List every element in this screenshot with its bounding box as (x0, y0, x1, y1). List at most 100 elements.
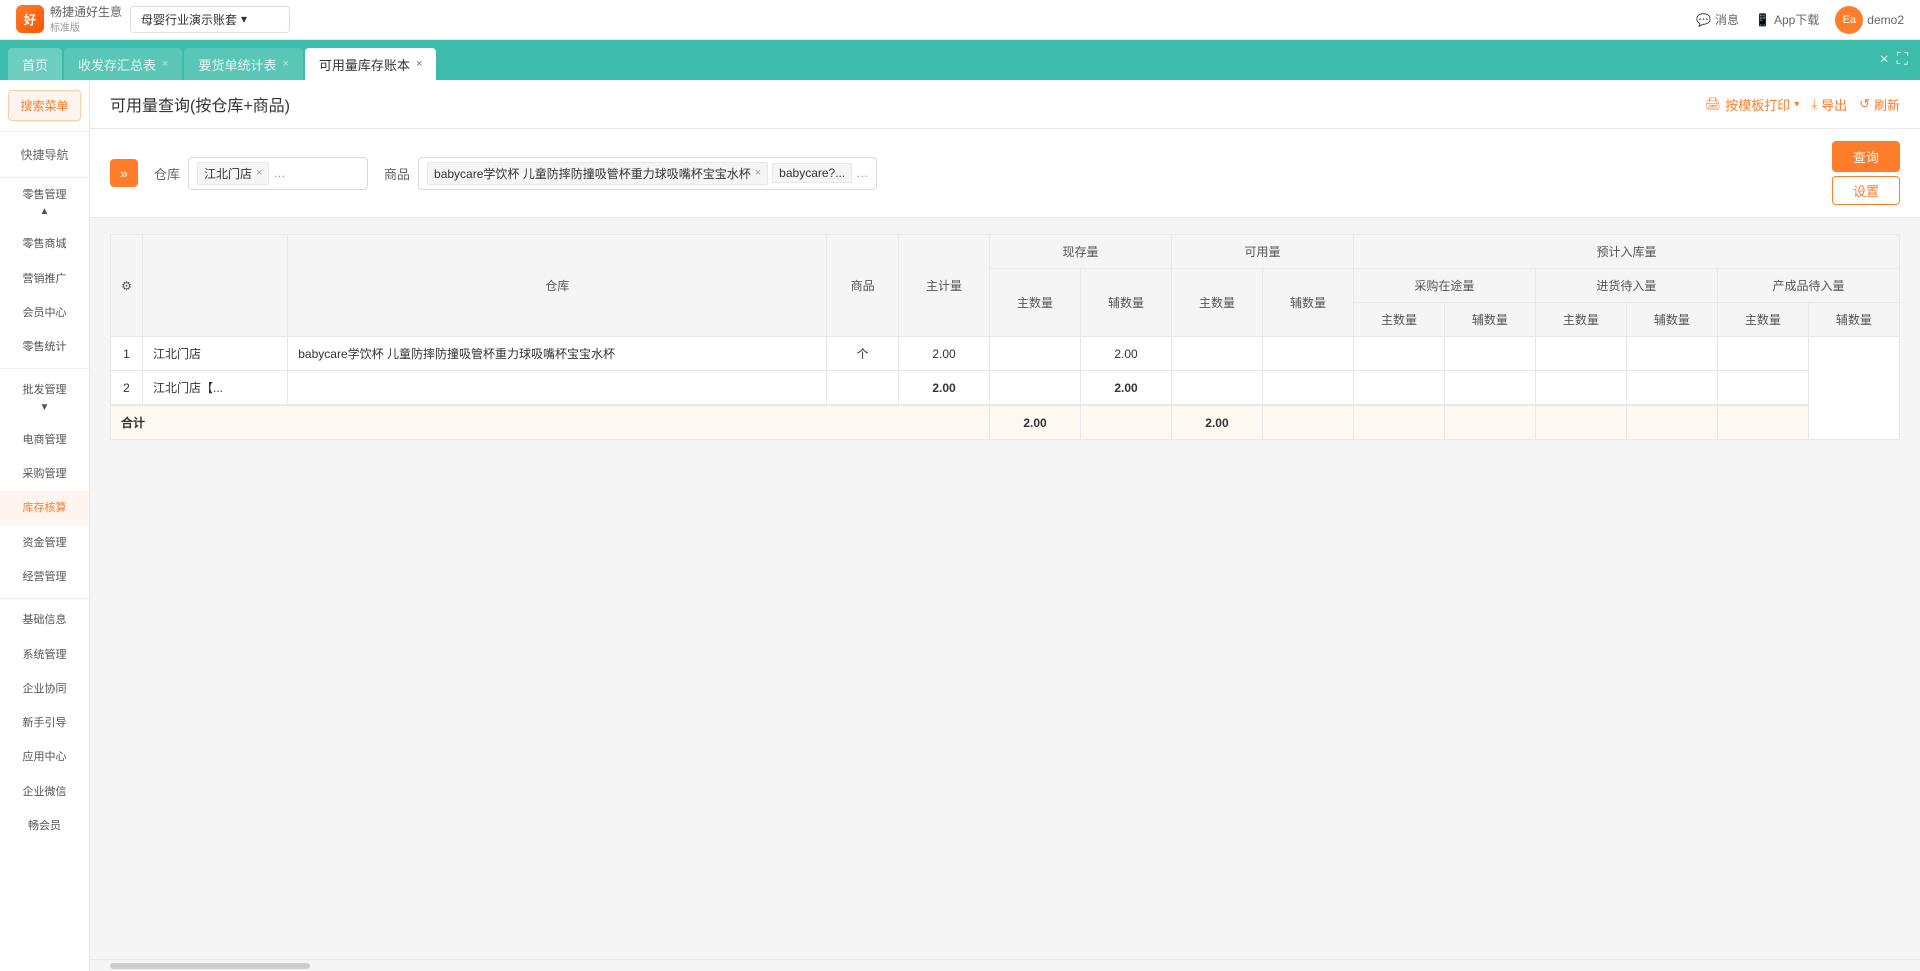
print-chevron-icon: ▾ (1794, 99, 1799, 110)
message-icon: 💬 (1696, 13, 1711, 27)
cell-purchase-main-1 (1262, 371, 1353, 406)
sidebar-item-retail-mgmt[interactable]: 零售管理 ▲ (0, 178, 89, 227)
sidebar-item-enterprise-wechat[interactable]: 企业微信 (0, 775, 89, 809)
sidebar-item-basic-info[interactable]: 基础信息 (0, 603, 89, 637)
export-btn[interactable]: ⤓ 导出 (1811, 95, 1847, 114)
tab-close-all-icon[interactable]: × (1879, 51, 1888, 69)
tab-order-stats[interactable]: 要货单统计表 × (184, 48, 302, 80)
sidebar-item-new-guide[interactable]: 新手引导 (0, 706, 89, 740)
tab-order-stats-close[interactable]: × (282, 58, 288, 70)
table-footer: 合计 2.00 2.00 (111, 405, 1900, 440)
sidebar-item-marketing[interactable]: 营销推广 (0, 262, 89, 296)
content-area: 可用量查询(按仓库+商品) 🖨 按模板打印 ▾ ⤓ 导出 ↺ 刷新 (90, 80, 1920, 971)
sidebar-item-enterprise-collab[interactable]: 企业协同 (0, 672, 89, 706)
th-current-main: 主数量 (990, 269, 1081, 337)
avatar: Ea (1835, 6, 1863, 34)
cell-incoming-main-0 (1444, 337, 1535, 371)
th-settings[interactable]: ⚙ (111, 235, 143, 337)
filter-actions: 查询 设置 (1832, 141, 1900, 205)
footer-incoming-aux (1626, 405, 1717, 440)
warehouse-tag-remove[interactable]: × (256, 167, 262, 179)
sidebar-item-ops[interactable]: 经营管理 (0, 560, 89, 594)
tab-available-stock-label: 可用量库存账本 (319, 55, 410, 74)
warehouse-tag-text: 江北门店 (204, 165, 252, 182)
cell-purchase-aux-1 (1353, 371, 1444, 406)
cell-avail-aux-1 (1171, 371, 1262, 406)
print-template-btn[interactable]: 🖨 按模板打印 ▾ (1705, 95, 1800, 114)
table-row: 1 江北门店 babycare学饮杯 儿童防摔防撞吸管杯重力球吸嘴杯宝宝水杯 个… (111, 337, 1900, 371)
product-tag-text-0: babycare学饮杯 儿童防摔防撞吸管杯重力球吸嘴杯宝宝水杯 (434, 165, 751, 182)
cell-purchase-main-0 (1262, 337, 1353, 371)
tab-receipt-summary-close[interactable]: × (162, 58, 168, 70)
th-current-stock: 现存量 (990, 235, 1172, 269)
sidebar-item-inventory-check[interactable]: 库存核算 (0, 491, 89, 525)
cell-incoming-aux-0 (1535, 337, 1626, 371)
product-tag-remove-0[interactable]: × (755, 167, 761, 179)
sidebar-item-wholesale-mgmt[interactable]: 批发管理 ▼ (0, 373, 89, 422)
tab-available-stock-close[interactable]: × (416, 58, 422, 70)
tab-receipt-summary[interactable]: 收发存汇总表 × (64, 48, 182, 80)
product-filter-input[interactable]: babycare学饮杯 儿童防摔防撞吸管杯重力球吸嘴杯宝宝水杯 × babyca… (418, 157, 877, 190)
refresh-icon: ↺ (1859, 96, 1870, 112)
warehouse-filter-input[interactable]: 江北门店 × … (188, 157, 368, 190)
sidebar-quick-nav-btn[interactable]: 快捷导航 (8, 140, 81, 169)
product-filter-group: 商品 babycare学饮杯 儿童防摔防撞吸管杯重力球吸嘴杯宝宝水杯 × bab… (384, 157, 877, 190)
th-incoming-main: 主数量 (1535, 303, 1626, 337)
th-avail-aux: 辅数量 (1262, 269, 1353, 337)
sidebar-item-ecommerce[interactable]: 电商管理 (0, 423, 89, 457)
cell-current-main-1: 2.00 (899, 371, 990, 406)
tab-order-stats-label: 要货单统计表 (198, 55, 276, 74)
sidebar-item-retail-mall[interactable]: 零售商城 (0, 227, 89, 261)
cell-product-1 (288, 371, 827, 406)
sidebar-item-purchase[interactable]: 采购管理 (0, 457, 89, 491)
phone-icon: 📱 (1755, 13, 1770, 27)
settings-btn[interactable]: 设置 (1832, 176, 1900, 205)
page-header: 可用量查询(按仓库+商品) 🖨 按模板打印 ▾ ⤓ 导出 ↺ 刷新 (90, 80, 1920, 129)
refresh-btn[interactable]: ↺ 刷新 (1859, 95, 1900, 114)
product-more-btn[interactable]: … (856, 166, 868, 180)
tab-expand-icon[interactable]: ⛶ (1897, 51, 1908, 69)
th-incoming-aux: 辅数量 (1626, 303, 1717, 337)
th-index (143, 235, 288, 337)
sidebar-search-btn[interactable]: 搜索菜单 (8, 90, 81, 121)
sidebar-item-app-center[interactable]: 应用中心 (0, 740, 89, 774)
cell-products-aux-0 (1717, 337, 1808, 371)
sidebar-item-retail-stats[interactable]: 零售统计 (0, 330, 89, 364)
th-purchase-transit-aux: 辅数量 (1444, 303, 1535, 337)
tab-home[interactable]: 首页 (8, 48, 62, 80)
top-bar: 好 畅捷通好生意 标准版 母婴行业演示账套 ▾ 💬 消息 📱 App下载 Ea … (0, 0, 1920, 40)
tab-receipt-summary-label: 收发存汇总表 (78, 55, 156, 74)
product-tag-0: babycare学饮杯 儿童防摔防撞吸管杯重力球吸嘴杯宝宝水杯 × (427, 162, 768, 185)
data-table: ⚙ 仓库 商品 主计量 现存量 可用量 预计入库量 主数量 辅数量 主数量 (110, 234, 1900, 440)
message-label: 消息 (1715, 11, 1739, 28)
tab-home-label: 首页 (22, 55, 48, 74)
th-purchase-transit-main: 主数量 (1353, 303, 1444, 337)
app-download-btn[interactable]: 📱 App下载 (1755, 11, 1819, 28)
filter-expand-btn[interactable]: » (110, 159, 138, 187)
store-selector[interactable]: 母婴行业演示账套 ▾ (130, 6, 290, 33)
th-products-pending: 产成品待入量 (1717, 269, 1899, 303)
sidebar-divider-1 (0, 368, 89, 369)
warehouse-filter-group: 仓库 江北门店 × … (154, 157, 368, 190)
sidebar-item-finance[interactable]: 资金管理 (0, 526, 89, 560)
tab-available-stock[interactable]: 可用量库存账本 × (305, 48, 436, 80)
sidebar-item-system[interactable]: 系统管理 (0, 638, 89, 672)
cell-incoming-main-1 (1444, 371, 1535, 406)
message-btn[interactable]: 💬 消息 (1696, 11, 1739, 28)
th-planned-inbound: 预计入库量 (1353, 235, 1899, 269)
cell-purchase-aux-0 (1353, 337, 1444, 371)
th-product: 商品 (827, 235, 899, 337)
user-profile[interactable]: Ea demo2 (1835, 6, 1904, 34)
sidebar-item-vip[interactable]: 畅会员 (0, 809, 89, 843)
logo-text-area: 畅捷通好生意 标准版 (50, 5, 122, 34)
sidebar-item-member-center[interactable]: 会员中心 (0, 296, 89, 330)
nav-tab-actions: × ⛶ (1879, 51, 1920, 69)
th-avail-main: 主数量 (1171, 269, 1262, 337)
cell-warehouse-0: 江北门店 (143, 337, 288, 371)
warehouse-more-btn[interactable]: … (273, 166, 285, 180)
page-title: 可用量查询(按仓库+商品) (110, 92, 290, 116)
query-btn[interactable]: 查询 (1832, 141, 1900, 172)
horizontal-scrollbar[interactable] (110, 963, 310, 969)
filter-area: » 仓库 江北门店 × … 商品 babycare学饮杯 儿童防摔防撞吸管杯重力… (90, 129, 1920, 218)
table-container: ⚙ 仓库 商品 主计量 现存量 可用量 预计入库量 主数量 辅数量 主数量 (90, 218, 1920, 959)
